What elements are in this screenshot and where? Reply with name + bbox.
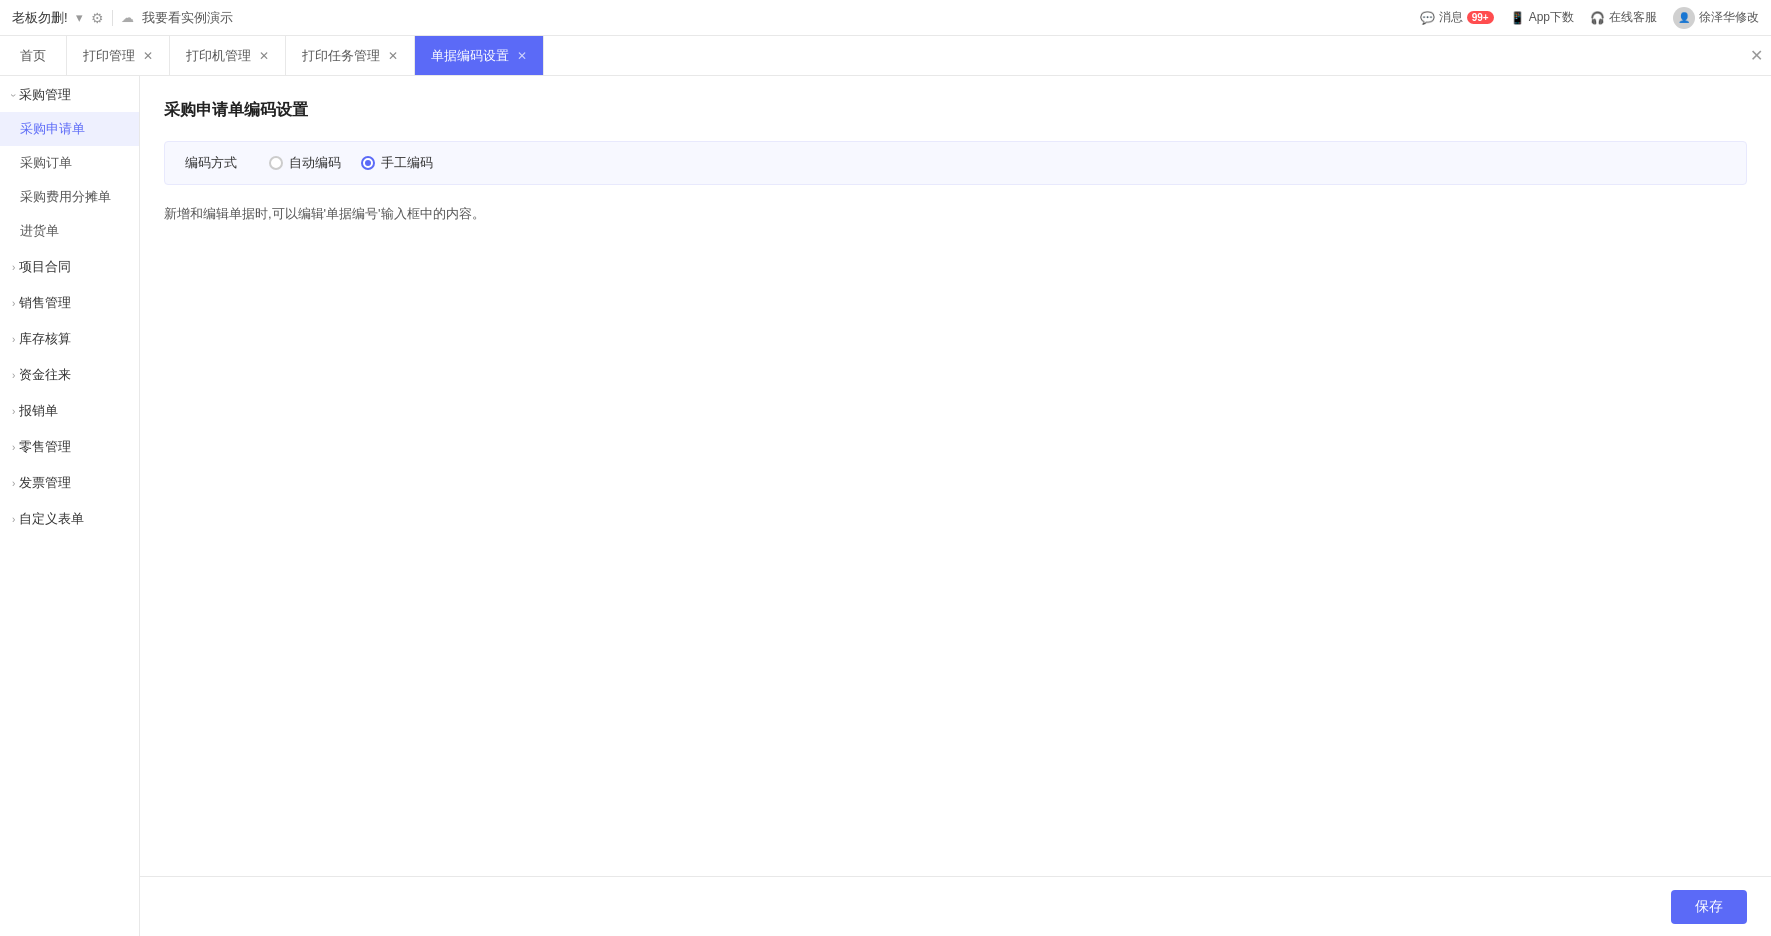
app-icon: 📱: [1510, 11, 1525, 25]
sidebar-group-purchase-label: 采购管理: [19, 86, 71, 104]
tabsbar: 首页 打印管理 ✕ 打印机管理 ✕ 打印任务管理 ✕ 单据编码设置 ✕ ✕: [0, 36, 1771, 76]
tab-print-mgmt-close[interactable]: ✕: [143, 50, 153, 62]
sidebar: › 采购管理 采购申请单 采购订单 采购费用分摊单 进货单 › 项目合同: [0, 76, 140, 936]
radio-auto-label: 自动编码: [289, 154, 341, 172]
main-content: 采购申请单编码设置 编码方式 自动编码 手工编码 新增和编辑单据时,可以编辑'单…: [140, 76, 1771, 936]
sidebar-item-purchase-order[interactable]: 采购订单: [0, 146, 139, 180]
sidebar-group-invoice-label: 发票管理: [19, 474, 71, 492]
radio-manual-label: 手工编码: [381, 154, 433, 172]
encoding-label: 编码方式: [185, 154, 245, 172]
radio-auto[interactable]: 自动编码: [269, 154, 341, 172]
sidebar-group-capital-title[interactable]: › 资金往来: [0, 356, 139, 392]
sidebar-group-custom-forms: › 自定义表单: [0, 500, 139, 536]
online-service-label: 在线客服: [1609, 9, 1657, 26]
sidebar-item-stock-in[interactable]: 进货单: [0, 214, 139, 248]
encoding-form: 编码方式 自动编码 手工编码: [164, 141, 1747, 185]
settings-icon[interactable]: ⚙: [91, 10, 104, 26]
user-avatar-area[interactable]: 👤 徐泽华修改: [1673, 7, 1759, 29]
tab-print-task-mgmt-close[interactable]: ✕: [388, 50, 398, 62]
headset-icon: 🎧: [1590, 11, 1605, 25]
sidebar-group-sales: › 销售管理: [0, 284, 139, 320]
sidebar-group-retail-label: 零售管理: [19, 438, 71, 456]
sidebar-group-custom-forms-title[interactable]: › 自定义表单: [0, 500, 139, 536]
radio-manual[interactable]: 手工编码: [361, 154, 433, 172]
sidebar-item-stock-in-label: 进货单: [20, 223, 59, 238]
sidebar-group-capital-label: 资金往来: [19, 366, 71, 384]
notice-label: 消息: [1439, 9, 1463, 26]
chevron-right-icon-2: ›: [12, 298, 15, 309]
chevron-right-icon-8: ›: [12, 514, 15, 525]
radio-auto-circle: [269, 156, 283, 170]
sidebar-group-purchase-title[interactable]: › 采购管理: [0, 76, 139, 112]
chevron-right-icon-7: ›: [12, 478, 15, 489]
chevron-right-icon-3: ›: [12, 334, 15, 345]
sidebar-group-sales-label: 销售管理: [19, 294, 71, 312]
avatar: 👤: [1673, 7, 1695, 29]
tab-home[interactable]: 首页: [0, 36, 67, 75]
radio-group: 自动编码 手工编码: [269, 154, 433, 172]
footer-bar: 保存: [140, 876, 1771, 936]
chevron-right-icon-5: ›: [12, 406, 15, 417]
sidebar-item-purchase-request-label: 采购申请单: [20, 121, 85, 136]
sidebar-group-custom-forms-label: 自定义表单: [19, 510, 84, 528]
save-button[interactable]: 保存: [1671, 890, 1747, 924]
tab-barcode-settings-close[interactable]: ✕: [517, 50, 527, 62]
radio-manual-circle: [361, 156, 375, 170]
notice-icon: 💬: [1420, 11, 1435, 25]
sidebar-group-returns-title[interactable]: › 报销单: [0, 392, 139, 428]
tab-home-label: 首页: [20, 47, 46, 65]
user-name: 徐泽华修改: [1699, 9, 1759, 26]
app-download-label: App下数: [1529, 9, 1574, 26]
sidebar-group-inventory-title[interactable]: › 库存核算: [0, 320, 139, 356]
sidebar-group-retail-title[interactable]: › 零售管理: [0, 428, 139, 464]
sidebar-group-purchase: › 采购管理 采购申请单 采购订单 采购费用分摊单 进货单: [0, 76, 139, 248]
sidebar-group-retail: › 零售管理: [0, 428, 139, 464]
sidebar-item-purchase-expense[interactable]: 采购费用分摊单: [0, 180, 139, 214]
hint-text: 新增和编辑单据时,可以编辑'单据编号'输入框中的内容。: [164, 201, 1747, 227]
layout: › 采购管理 采购申请单 采购订单 采购费用分摊单 进货单 › 项目合同: [0, 76, 1771, 936]
sidebar-item-purchase-order-label: 采购订单: [20, 155, 72, 170]
tab-printer-mgmt-close[interactable]: ✕: [259, 50, 269, 62]
sidebar-group-invoice: › 发票管理: [0, 464, 139, 500]
topbar-right: 💬 消息 99+ 📱 App下数 🎧 在线客服 👤 徐泽华修改: [1420, 7, 1759, 29]
tab-barcode-settings-label: 单据编码设置: [431, 47, 509, 65]
topbar: 老板勿删! ▾ ⚙ ☁ 我要看实例演示 💬 消息 99+ 📱 App下数 🎧 在…: [0, 0, 1771, 36]
app-download-button[interactable]: 📱 App下数: [1510, 9, 1574, 26]
tab-printer-mgmt[interactable]: 打印机管理 ✕: [170, 36, 286, 75]
sidebar-group-inventory-label: 库存核算: [19, 330, 71, 348]
cloud-icon: ☁: [121, 10, 134, 25]
tabs-close-all[interactable]: ✕: [1750, 46, 1763, 65]
sidebar-group-project-contract: › 项目合同: [0, 248, 139, 284]
sidebar-group-returns-label: 报销单: [19, 402, 58, 420]
sidebar-group-project-contract-title[interactable]: › 项目合同: [0, 248, 139, 284]
online-service-button[interactable]: 🎧 在线客服: [1590, 9, 1657, 26]
sidebar-group-inventory: › 库存核算: [0, 320, 139, 356]
content-area: 采购申请单编码设置 编码方式 自动编码 手工编码 新增和编辑单据时,可以编辑'单…: [140, 76, 1771, 876]
tab-print-mgmt-label: 打印管理: [83, 47, 135, 65]
notice-badge: 99+: [1467, 11, 1494, 24]
sidebar-item-purchase-request[interactable]: 采购申请单: [0, 112, 139, 146]
dropdown-icon[interactable]: ▾: [76, 10, 83, 25]
page-title: 采购申请单编码设置: [164, 100, 1747, 121]
tab-barcode-settings[interactable]: 单据编码设置 ✕: [415, 36, 544, 75]
tab-print-task-mgmt[interactable]: 打印任务管理 ✕: [286, 36, 415, 75]
chevron-right-icon-6: ›: [12, 442, 15, 453]
chevron-down-icon: ›: [8, 93, 19, 96]
chevron-right-icon-1: ›: [12, 262, 15, 273]
demo-link[interactable]: 我要看实例演示: [142, 9, 233, 27]
sidebar-group-capital: › 资金往来: [0, 356, 139, 392]
sidebar-item-purchase-expense-label: 采购费用分摊单: [20, 189, 111, 204]
notice-button[interactable]: 💬 消息 99+: [1420, 9, 1494, 26]
sidebar-group-invoice-title[interactable]: › 发票管理: [0, 464, 139, 500]
topbar-left: 老板勿删! ▾ ⚙ ☁ 我要看实例演示: [12, 9, 233, 27]
sidebar-group-returns: › 报销单: [0, 392, 139, 428]
sidebar-group-project-contract-label: 项目合同: [19, 258, 71, 276]
tab-print-mgmt[interactable]: 打印管理 ✕: [67, 36, 170, 75]
chevron-right-icon-4: ›: [12, 370, 15, 381]
tab-print-task-mgmt-label: 打印任务管理: [302, 47, 380, 65]
tab-printer-mgmt-label: 打印机管理: [186, 47, 251, 65]
sidebar-group-sales-title[interactable]: › 销售管理: [0, 284, 139, 320]
logo-text: 老板勿删!: [12, 9, 68, 27]
